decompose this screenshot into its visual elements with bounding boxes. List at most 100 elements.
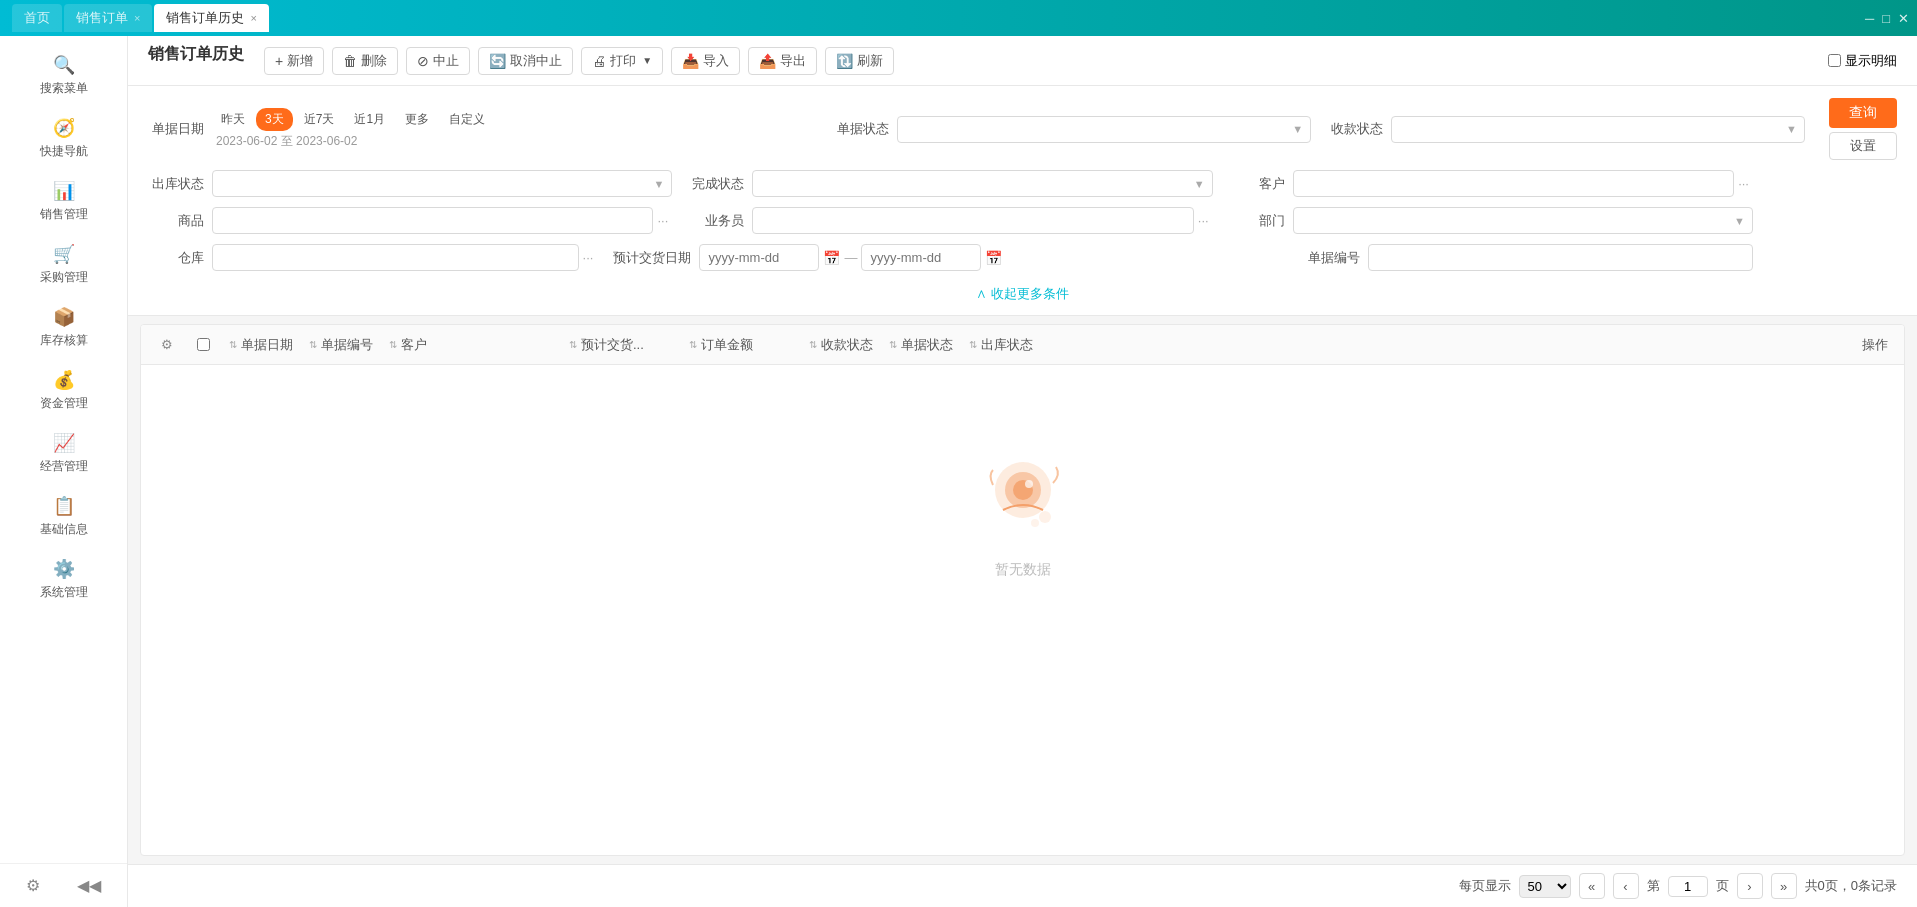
sidebar-item-search-menu[interactable]: 🔍 搜索菜单: [0, 44, 127, 107]
select-all-checkbox[interactable]: [197, 338, 210, 351]
next-page-btn[interactable]: ›: [1737, 873, 1763, 899]
collapse-row[interactable]: ∧ 收起更多条件: [148, 281, 1897, 303]
th-doc-date-label: 单据日期: [241, 336, 293, 354]
first-page-btn[interactable]: «: [1579, 873, 1605, 899]
th-amount-label: 订单金额: [701, 336, 753, 354]
page-input[interactable]: [1668, 876, 1708, 897]
import-btn-icon: 📥: [682, 53, 699, 69]
import-button[interactable]: 📥导入: [671, 47, 740, 75]
sidebar-item-basic-info[interactable]: 📋 基础信息: [0, 485, 127, 548]
close-btn[interactable]: ✕: [1898, 11, 1909, 26]
th-payment-status[interactable]: ⇅ 收款状态: [801, 336, 881, 354]
sidebar: 🔍 搜索菜单 🧭 快捷导航 📊 销售管理 🛒 采购管理 📦 库存核算 💰 资金管…: [0, 36, 128, 907]
delivery-date-label: 预计交货日期: [613, 249, 691, 267]
sidebar-icon-operations-mgmt: 📈: [53, 432, 75, 454]
completion-status-select[interactable]: [752, 170, 1212, 197]
settings-button[interactable]: 设置: [1829, 132, 1897, 160]
date-btn-more[interactable]: 更多: [396, 108, 438, 131]
collapse-chevron-icon: ∧: [976, 286, 987, 301]
sidebar-icon-search-menu: 🔍: [53, 54, 75, 76]
delivery-date-group: 📅 — 📅: [699, 244, 1002, 271]
product-dots[interactable]: ···: [653, 213, 672, 228]
th-doc-number[interactable]: ⇅ 单据编号: [301, 336, 381, 354]
sidebar-item-purchase-mgmt[interactable]: 🛒 采购管理: [0, 233, 127, 296]
department-control: ▼: [1293, 207, 1753, 234]
display-toggle-checkbox[interactable]: [1828, 54, 1841, 67]
last-page-btn[interactable]: »: [1771, 873, 1797, 899]
date-btn-group: 昨天 3天 近7天 近1月 更多 自定义: [212, 108, 817, 131]
payment-status-select[interactable]: [1391, 116, 1805, 143]
cancel-stop-button[interactable]: 🔄取消中止: [478, 47, 573, 75]
th-payment-status-sort-icon: ⇅: [809, 339, 817, 350]
date-btn-custom[interactable]: 自定义: [440, 108, 494, 131]
warehouse-dots[interactable]: ···: [579, 250, 598, 265]
page-size-select[interactable]: 50 10 20 100: [1519, 875, 1571, 898]
customer-input[interactable]: [1293, 170, 1734, 197]
sidebar-item-sales-mgmt[interactable]: 📊 销售管理: [0, 170, 127, 233]
date-btn-3days[interactable]: 3天: [256, 108, 293, 131]
outbound-status-select[interactable]: [212, 170, 672, 197]
product-input[interactable]: [212, 207, 653, 234]
th-outbound-status[interactable]: ⇅ 出库状态: [961, 336, 1041, 354]
doc-number-input[interactable]: [1368, 244, 1753, 271]
customer-dots[interactable]: ···: [1734, 176, 1753, 191]
th-doc-status[interactable]: ⇅ 单据状态: [881, 336, 961, 354]
doc-status-select[interactable]: [897, 116, 1311, 143]
doc-number-label: 单据编号: [1304, 249, 1360, 267]
refresh-button[interactable]: 🔃刷新: [825, 47, 894, 75]
sidebar-item-inventory-calc[interactable]: 📦 库存核算: [0, 296, 127, 359]
department-select[interactable]: [1293, 207, 1753, 234]
svg-point-4: [1039, 511, 1051, 523]
th-settings-icon[interactable]: ⚙: [149, 337, 185, 352]
tab-sales-history[interactable]: 销售订单历史 ×: [154, 4, 268, 32]
tab-close-sales-history[interactable]: ×: [250, 12, 256, 24]
th-customer[interactable]: ⇅ 客户: [381, 336, 561, 354]
salesperson-input[interactable]: [752, 207, 1193, 234]
sidebar-item-quick-nav[interactable]: 🧭 快捷导航: [0, 107, 127, 170]
tab-label-sales-history: 销售订单历史: [166, 9, 244, 27]
query-button[interactable]: 查询: [1829, 98, 1897, 128]
th-checkbox[interactable]: [185, 338, 221, 351]
delivery-start-calendar-icon[interactable]: 📅: [823, 250, 840, 266]
sidebar-item-capital-mgmt[interactable]: 💰 资金管理: [0, 359, 127, 422]
delivery-end-input[interactable]: [861, 244, 981, 271]
sidebar-item-sys-mgmt[interactable]: ⚙️ 系统管理: [0, 548, 127, 611]
date-btn-7days[interactable]: 近7天: [295, 108, 344, 131]
minimize-btn[interactable]: ─: [1865, 11, 1874, 26]
tab-sales-order[interactable]: 销售订单 ×: [64, 4, 152, 32]
sidebar-label-inventory-calc: 库存核算: [40, 332, 88, 349]
settings-bottom-icon[interactable]: ⚙: [26, 876, 40, 895]
total-text: 共0页，0条记录: [1805, 877, 1897, 895]
delivery-start-input[interactable]: [699, 244, 819, 271]
outbound-status-label: 出库状态: [148, 175, 204, 193]
sidebar-item-operations-mgmt[interactable]: 📈 经营管理: [0, 422, 127, 485]
warehouse-input[interactable]: [212, 244, 579, 271]
print-button[interactable]: 🖨打印▼: [581, 47, 663, 75]
stop-btn-icon: ⊘: [417, 53, 429, 69]
export-button[interactable]: 📤导出: [748, 47, 817, 75]
tab-close-sales-order[interactable]: ×: [134, 12, 140, 24]
filter-row-1: 单据日期 昨天 3天 近7天 近1月 更多 自定义 2023-06-02 至 2…: [148, 98, 1897, 160]
new-button[interactable]: +新增: [264, 47, 324, 75]
tab-home[interactable]: 首页: [12, 4, 62, 32]
export-btn-icon: 📤: [759, 53, 776, 69]
stop-button[interactable]: ⊘中止: [406, 47, 470, 75]
th-action-label: 操作: [1862, 336, 1888, 354]
th-delivery[interactable]: ⇅ 预计交货...: [561, 336, 681, 354]
prev-page-btn[interactable]: ‹: [1613, 873, 1639, 899]
table-header: ⚙ ⇅ 单据日期 ⇅ 单据编号 ⇅ 客户 ⇅ 预计交货... ⇅ 订单金额 ⇅ …: [141, 325, 1904, 365]
tab-label-sales-order: 销售订单: [76, 9, 128, 27]
date-btn-1month[interactable]: 近1月: [345, 108, 394, 131]
delete-button[interactable]: 🗑删除: [332, 47, 398, 75]
date-btn-yesterday[interactable]: 昨天: [212, 108, 254, 131]
maximize-btn[interactable]: □: [1882, 11, 1890, 26]
collapse-icon[interactable]: ◀◀: [77, 876, 101, 895]
delivery-end-calendar-icon[interactable]: 📅: [985, 250, 1002, 266]
th-amount[interactable]: ⇅ 订单金额: [681, 336, 801, 354]
product-label: 商品: [148, 212, 204, 230]
th-doc-status-label: 单据状态: [901, 336, 953, 354]
cancel-stop-btn-icon: 🔄: [489, 53, 506, 69]
th-doc-date[interactable]: ⇅ 单据日期: [221, 336, 301, 354]
salesperson-dots[interactable]: ···: [1194, 213, 1213, 228]
collapse-label: 收起更多条件: [991, 286, 1069, 301]
